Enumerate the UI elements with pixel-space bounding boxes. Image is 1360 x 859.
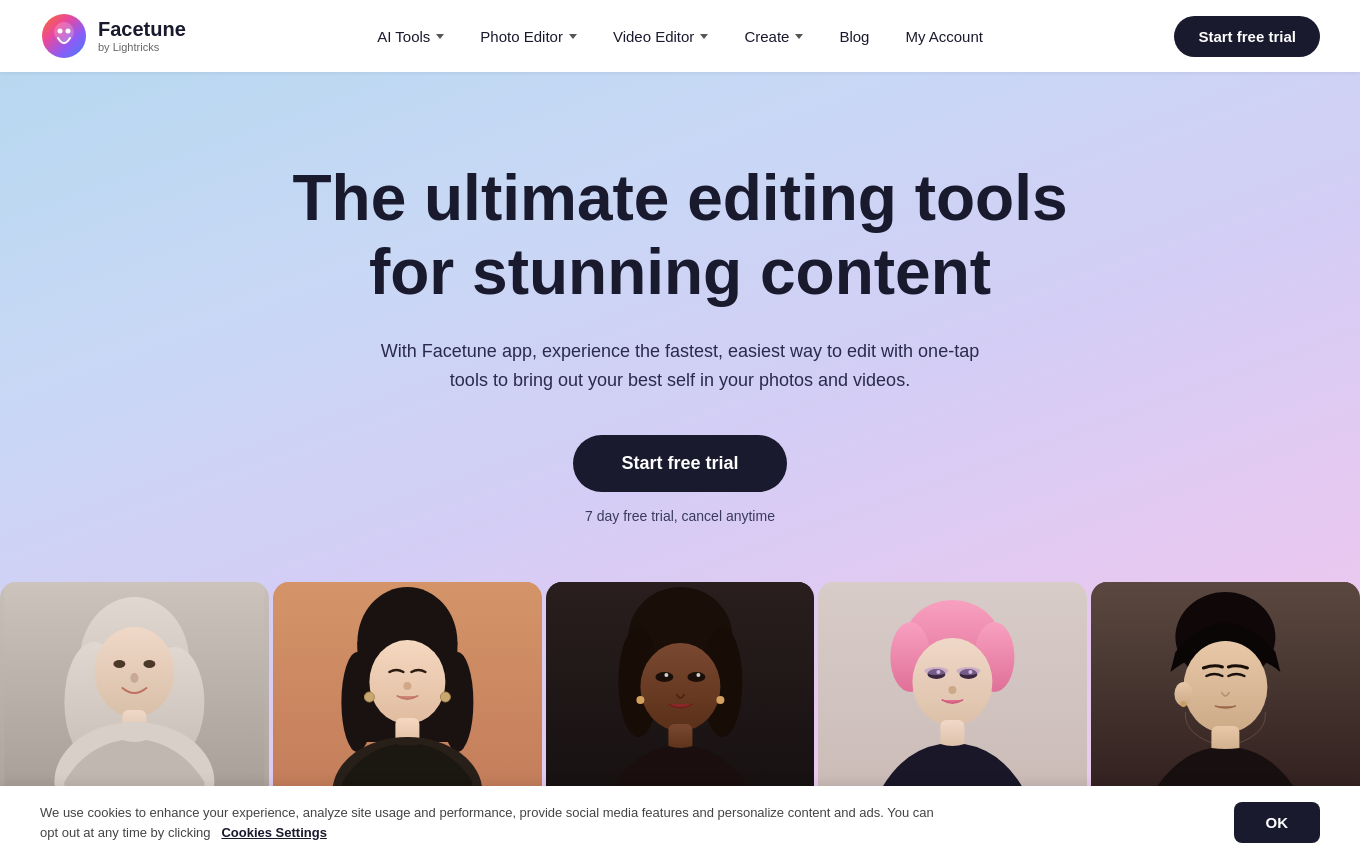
svg-point-47 xyxy=(957,667,981,675)
svg-point-22 xyxy=(403,682,411,690)
svg-point-2 xyxy=(58,29,63,34)
nav-item-my-account: My Account xyxy=(891,20,997,53)
hero-headline: The ultimate editing tools for stunning … xyxy=(292,162,1067,309)
logo-subtitle: by Lightricks xyxy=(98,41,186,54)
svg-point-48 xyxy=(949,686,957,694)
chevron-down-icon xyxy=(436,34,444,39)
nav-link-video-editor[interactable]: Video Editor xyxy=(599,20,722,53)
svg-point-54 xyxy=(1181,701,1187,707)
svg-point-21 xyxy=(440,692,450,702)
nav-links: AI Tools Photo Editor Video Editor Creat… xyxy=(363,20,997,53)
svg-point-3 xyxy=(66,29,71,34)
svg-point-20 xyxy=(364,692,374,702)
svg-rect-49 xyxy=(941,720,965,748)
chevron-down-icon xyxy=(795,34,803,39)
hero-cta-button[interactable]: Start free trial xyxy=(573,435,786,492)
svg-point-46 xyxy=(925,667,949,675)
hero-subtext: With Facetune app, experience the fastes… xyxy=(360,337,1000,395)
svg-point-35 xyxy=(716,696,724,704)
svg-point-52 xyxy=(1184,641,1268,733)
svg-point-41 xyxy=(913,638,993,726)
facetune-logo-icon xyxy=(40,12,88,60)
nav-link-ai-tools[interactable]: AI Tools xyxy=(363,20,458,53)
svg-point-31 xyxy=(687,672,705,682)
nav-link-create[interactable]: Create xyxy=(730,20,817,53)
hero-trial-note: 7 day free trial, cancel anytime xyxy=(585,508,775,524)
svg-point-34 xyxy=(636,696,644,704)
cookies-settings-link[interactable]: Cookies Settings xyxy=(221,825,326,840)
nav-item-ai-tools: AI Tools xyxy=(363,20,458,53)
cookie-ok-button[interactable]: OK xyxy=(1234,802,1321,843)
nav-link-blog[interactable]: Blog xyxy=(825,20,883,53)
svg-point-30 xyxy=(655,672,673,682)
nav-link-my-account[interactable]: My Account xyxy=(891,20,997,53)
cookie-banner: We use cookies to enhance your experienc… xyxy=(0,786,1360,859)
svg-point-9 xyxy=(113,660,125,668)
hero-section: The ultimate editing tools for stunning … xyxy=(0,72,1360,859)
svg-point-29 xyxy=(640,643,720,731)
svg-point-33 xyxy=(696,673,700,677)
svg-point-1 xyxy=(54,22,74,42)
navbar: Facetune by Lightricks AI Tools Photo Ed… xyxy=(0,0,1360,72)
nav-item-photo-editor: Photo Editor xyxy=(466,20,591,53)
chevron-down-icon xyxy=(569,34,577,39)
svg-point-11 xyxy=(130,673,138,683)
nav-item-blog: Blog xyxy=(825,20,883,53)
nav-item-video-editor: Video Editor xyxy=(599,20,722,53)
logo-title: Facetune xyxy=(98,17,186,41)
cookie-text: We use cookies to enhance your experienc… xyxy=(40,803,940,842)
logo-link[interactable]: Facetune by Lightricks xyxy=(40,12,186,60)
svg-point-10 xyxy=(143,660,155,668)
nav-item-create: Create xyxy=(730,20,817,53)
nav-link-photo-editor[interactable]: Photo Editor xyxy=(466,20,591,53)
chevron-down-icon xyxy=(700,34,708,39)
nav-cta-button[interactable]: Start free trial xyxy=(1174,16,1320,57)
svg-point-8 xyxy=(94,627,174,717)
svg-point-32 xyxy=(664,673,668,677)
